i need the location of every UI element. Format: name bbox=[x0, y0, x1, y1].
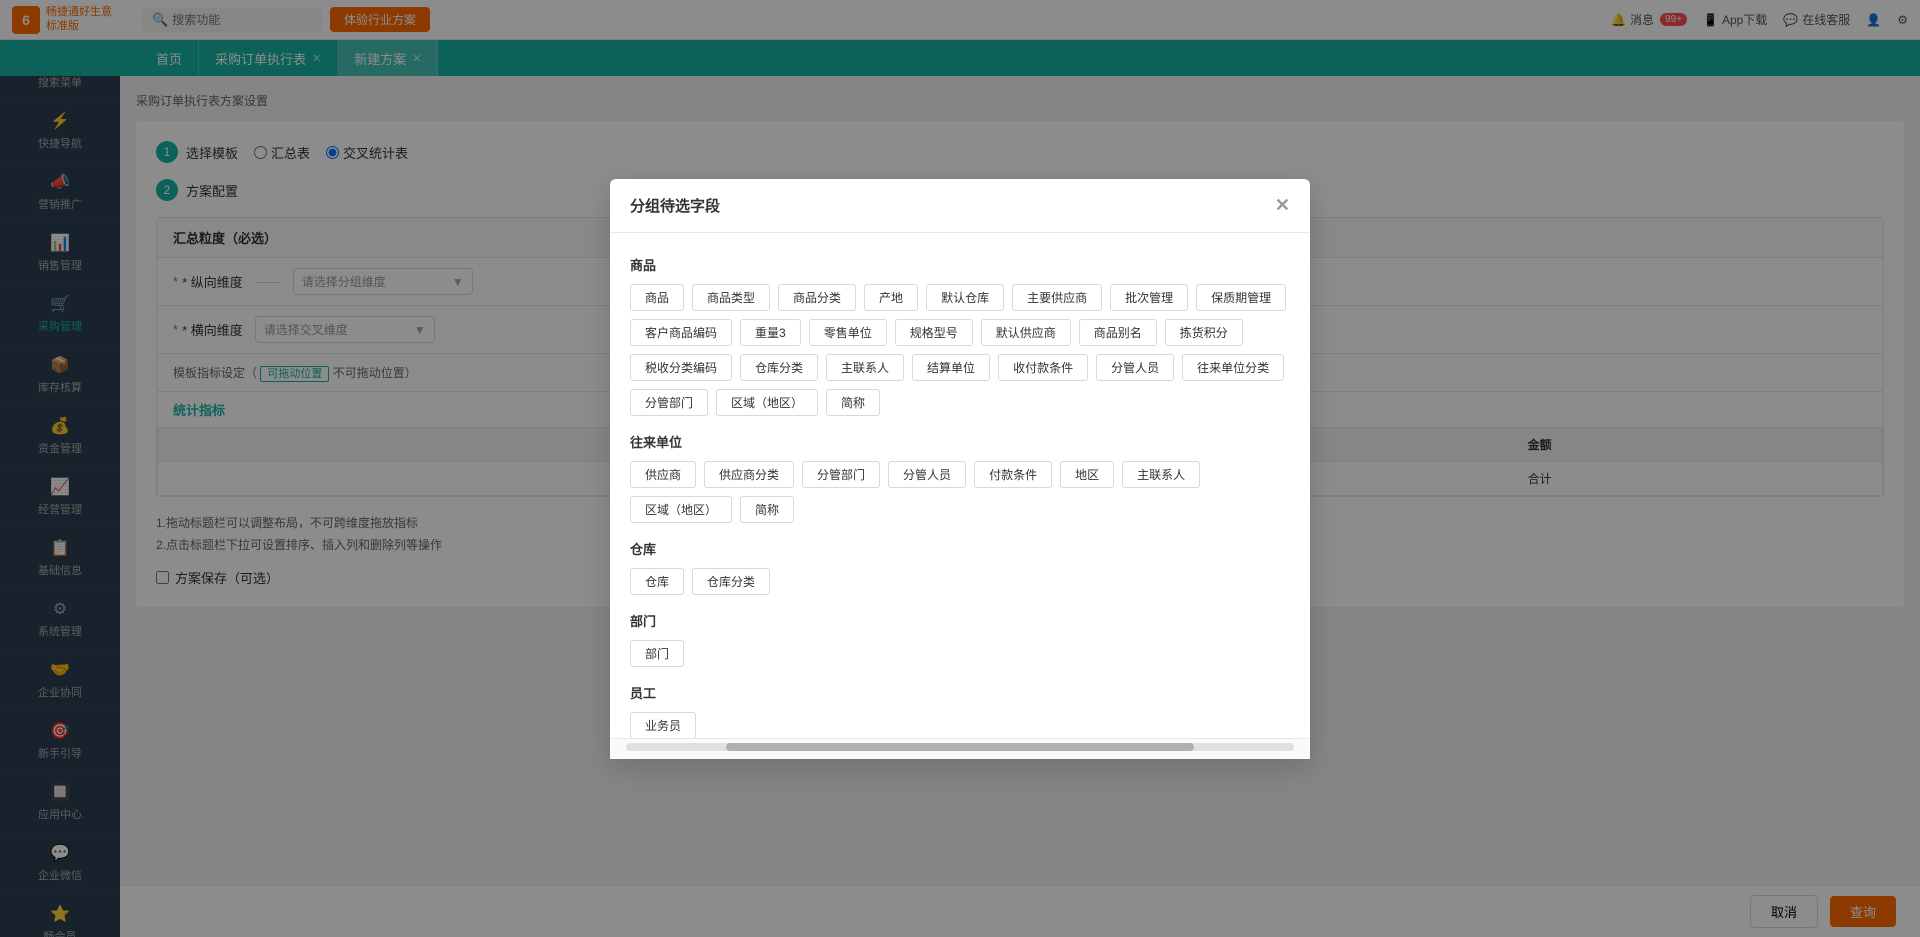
tag-item[interactable]: 部门 bbox=[630, 640, 684, 667]
tag-item[interactable]: 商品分类 bbox=[778, 284, 856, 311]
department-tags: 部门 bbox=[630, 640, 1290, 667]
tag-item[interactable]: 地区 bbox=[1060, 461, 1114, 488]
tag-item[interactable]: 往来单位分类 bbox=[1182, 354, 1284, 381]
tag-item[interactable]: 批次管理 bbox=[1110, 284, 1188, 311]
tag-item[interactable]: 仓库 bbox=[630, 568, 684, 595]
section-title-warehouse: 仓库 bbox=[630, 539, 1290, 558]
tag-item[interactable]: 供应商 bbox=[630, 461, 696, 488]
modal-dialog: 分组待选字段 ✕ 商品 商品商品类型商品分类产地默认仓库主要供应商批次管理保质期… bbox=[610, 179, 1310, 759]
product-tags: 商品商品类型商品分类产地默认仓库主要供应商批次管理保质期管理客户商品编码重量3 零… bbox=[630, 284, 1290, 416]
partner-tags: 供应商供应商分类分管部门分管人员付款条件地区主联系人区域（地区） 简称 bbox=[630, 461, 1290, 523]
employee-tags: 业务员 bbox=[630, 712, 1290, 738]
tag-item[interactable]: 产地 bbox=[864, 284, 918, 311]
tag-item[interactable]: 仓库分类 bbox=[692, 568, 770, 595]
tag-item[interactable]: 收付款条件 bbox=[998, 354, 1088, 381]
tag-item[interactable]: 商品别名 bbox=[1079, 319, 1157, 346]
scrollbar-thumb bbox=[726, 743, 1194, 751]
tag-item[interactable]: 商品类型 bbox=[692, 284, 770, 311]
tag-item[interactable]: 供应商分类 bbox=[704, 461, 794, 488]
tag-item[interactable]: 保质期管理 bbox=[1196, 284, 1286, 311]
tag-item[interactable]: 默认仓库 bbox=[926, 284, 1004, 311]
horizontal-scrollbar[interactable] bbox=[626, 743, 1294, 751]
modal-body: 商品 商品商品类型商品分类产地默认仓库主要供应商批次管理保质期管理客户商品编码重… bbox=[610, 233, 1310, 738]
section-title-product: 商品 bbox=[630, 255, 1290, 274]
tag-item[interactable]: 区域（地区） bbox=[630, 496, 732, 523]
tag-item[interactable]: 简称 bbox=[826, 389, 880, 416]
tag-item[interactable]: 商品 bbox=[630, 284, 684, 311]
tag-item[interactable]: 主要供应商 bbox=[1012, 284, 1102, 311]
tag-item[interactable]: 分管人员 bbox=[1096, 354, 1174, 381]
tag-item[interactable]: 税收分类编码 bbox=[630, 354, 732, 381]
warehouse-tags: 仓库仓库分类 bbox=[630, 568, 1290, 595]
tag-item[interactable]: 规格型号 bbox=[895, 319, 973, 346]
tag-item[interactable]: 简称 bbox=[740, 496, 794, 523]
section-title-employee: 员工 bbox=[630, 683, 1290, 702]
tag-item[interactable]: 仓库分类 bbox=[740, 354, 818, 381]
section-title-department: 部门 bbox=[630, 611, 1290, 630]
modal-scrollbar-area bbox=[610, 738, 1310, 759]
tag-item[interactable]: 主联系人 bbox=[1122, 461, 1200, 488]
tag-item[interactable]: 重量3 bbox=[740, 319, 801, 346]
modal-header: 分组待选字段 ✕ bbox=[610, 179, 1310, 233]
tag-item[interactable]: 业务员 bbox=[630, 712, 696, 738]
modal-overlay: 分组待选字段 ✕ 商品 商品商品类型商品分类产地默认仓库主要供应商批次管理保质期… bbox=[0, 0, 1920, 937]
section-title-partner: 往来单位 bbox=[630, 432, 1290, 451]
tag-item[interactable]: 分管部门 bbox=[630, 389, 708, 416]
tag-item[interactable]: 拣货积分 bbox=[1165, 319, 1243, 346]
tag-item[interactable]: 分管部门 bbox=[802, 461, 880, 488]
tag-item[interactable]: 结算单位 bbox=[912, 354, 990, 381]
tag-item[interactable]: 客户商品编码 bbox=[630, 319, 732, 346]
modal-close-button[interactable]: ✕ bbox=[1275, 195, 1290, 216]
tag-item[interactable]: 付款条件 bbox=[974, 461, 1052, 488]
tag-item[interactable]: 分管人员 bbox=[888, 461, 966, 488]
tag-item[interactable]: 零售单位 bbox=[809, 319, 887, 346]
tag-item[interactable]: 默认供应商 bbox=[981, 319, 1071, 346]
tag-item[interactable]: 主联系人 bbox=[826, 354, 904, 381]
tag-item[interactable]: 区域（地区） bbox=[716, 389, 818, 416]
modal-title: 分组待选字段 bbox=[630, 195, 720, 216]
